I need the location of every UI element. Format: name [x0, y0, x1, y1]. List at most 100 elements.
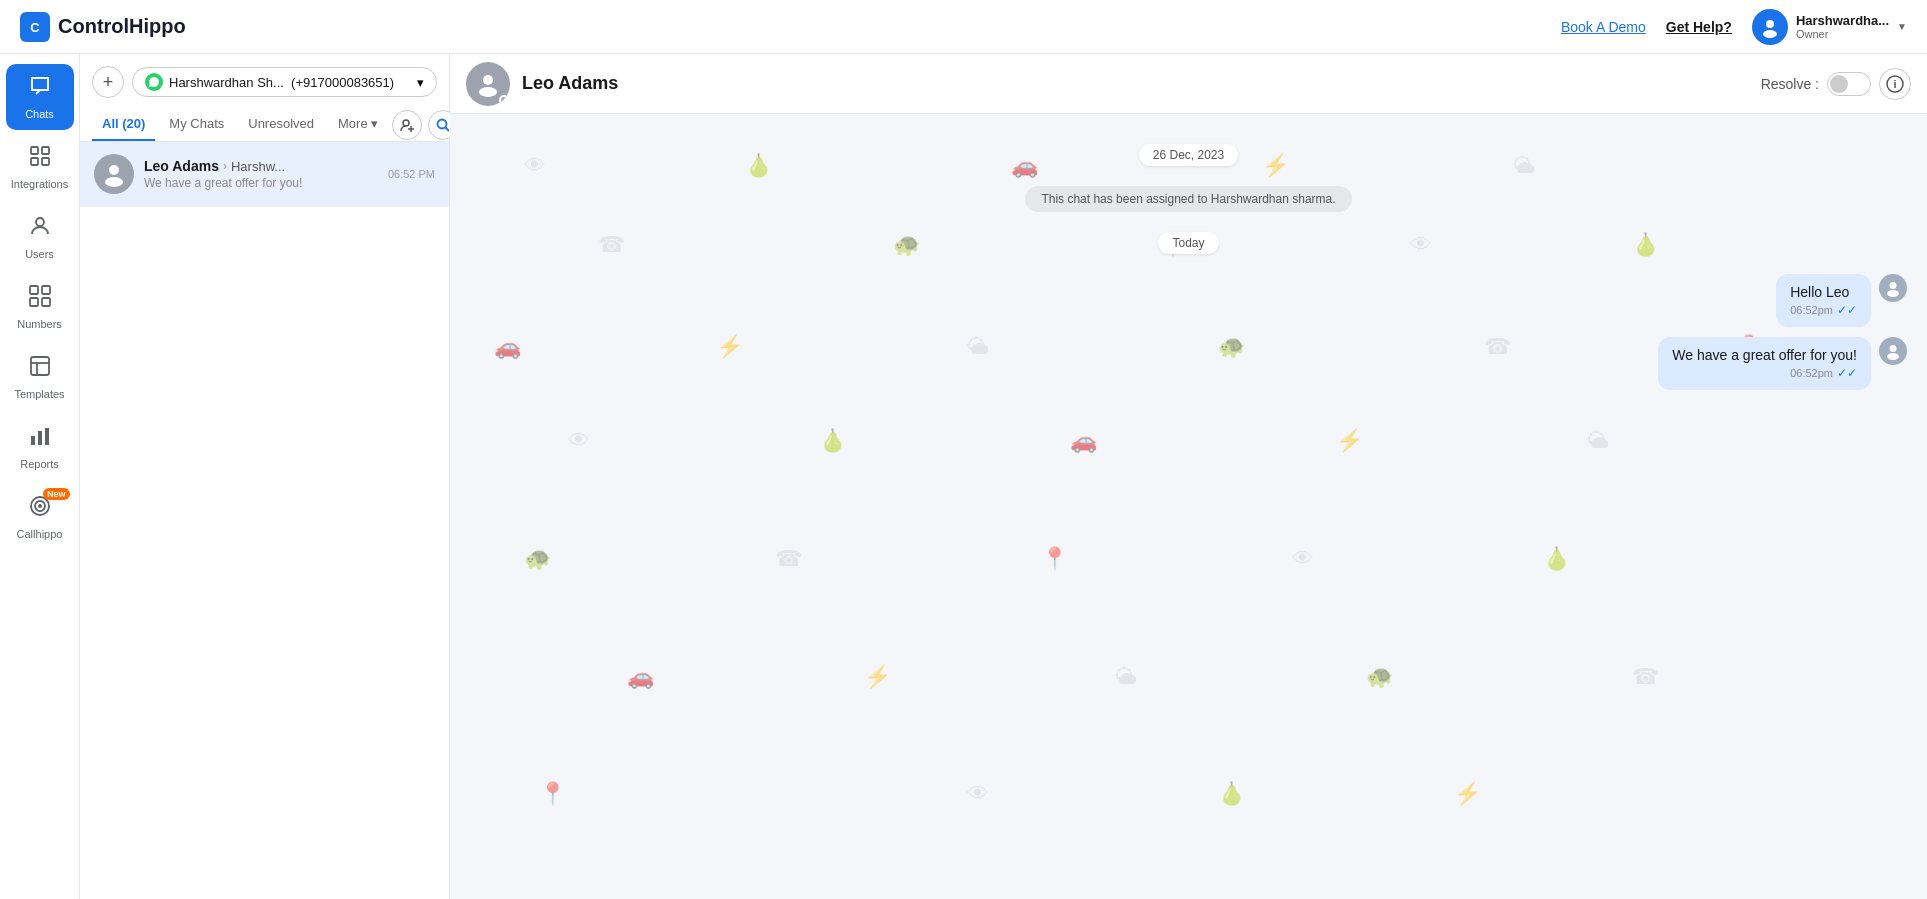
- header-right: Book A Demo Get Help? Harshwardha... Own…: [1561, 9, 1907, 45]
- chat-list-item[interactable]: Leo Adams › Harshw... We have a great of…: [80, 142, 449, 207]
- number-selector[interactable]: Harshwardhan Sh... (+917000083651) ▾: [132, 67, 437, 97]
- bg-icon: 🍐: [1543, 546, 1570, 572]
- svg-point-28: [105, 177, 123, 187]
- number-selector-chevron: ▾: [417, 75, 424, 90]
- chat-list-panel: + Harshwardhan Sh... (+917000083651) ▾ A…: [80, 54, 450, 899]
- user-profile-menu[interactable]: Harshwardha... Owner ▼: [1752, 9, 1907, 45]
- svg-rect-4: [31, 147, 38, 154]
- sidebar-item-integrations[interactable]: Integrations: [6, 134, 74, 200]
- whatsapp-icon: [145, 73, 163, 91]
- chat-arrow-icon: ›: [223, 159, 227, 173]
- left-nav: Chats Integrations Users: [0, 54, 80, 899]
- bg-icon: ☎: [775, 546, 802, 572]
- main-layout: Chats Integrations Users: [0, 54, 1927, 899]
- message-bubble: Hello Leo 06:52pm ✓✓: [1776, 274, 1871, 327]
- sidebar-item-reports[interactable]: Reports: [6, 414, 74, 480]
- svg-rect-11: [30, 298, 38, 306]
- chat-window-header: Leo Adams Resolve : i: [450, 54, 1927, 114]
- sender-avatar: [1879, 274, 1907, 302]
- system-bubble: This chat has been assigned to Harshward…: [1025, 186, 1351, 212]
- resolve-toggle[interactable]: [1827, 72, 1871, 96]
- outgoing-message-row: Hello Leo 06:52pm ✓✓: [470, 274, 1907, 327]
- get-help-link[interactable]: Get Help?: [1666, 19, 1732, 35]
- chats-icon: [28, 74, 52, 104]
- templates-label: Templates: [14, 388, 64, 400]
- add-chat-button[interactable]: +: [92, 66, 124, 98]
- user-info: Harshwardha... Owner: [1796, 13, 1889, 40]
- chat-window: Leo Adams Resolve : i 👁 🍐: [450, 54, 1927, 899]
- user-avatar: [1752, 9, 1788, 45]
- chat-contact-name: Leo Adams: [144, 158, 219, 174]
- sidebar-item-templates[interactable]: Templates: [6, 344, 74, 410]
- top-header: C ControlHippo Book A Demo Get Help? Har…: [0, 0, 1927, 54]
- svg-line-26: [446, 127, 450, 131]
- svg-text:i: i: [1893, 78, 1896, 90]
- bg-icon: 👁: [568, 428, 590, 454]
- svg-rect-17: [38, 431, 42, 445]
- tab-all[interactable]: All (20): [92, 108, 155, 141]
- date-divider: 26 Dec, 2023: [470, 144, 1907, 166]
- message-text-2: We have a great offer for you!: [1672, 347, 1857, 363]
- bg-icon: 🚗: [1070, 428, 1097, 454]
- svg-rect-7: [42, 158, 49, 165]
- svg-point-21: [38, 504, 42, 508]
- outgoing-message-row-2: We have a great offer for you! 06:52pm ✓…: [470, 337, 1907, 390]
- users-icon: [28, 214, 52, 244]
- svg-point-2: [1766, 20, 1774, 28]
- bg-icon: ⚡: [1454, 781, 1481, 807]
- bg-icon: 🐢: [524, 546, 551, 572]
- svg-point-8: [36, 218, 44, 226]
- message-bubble-2: We have a great offer for you! 06:52pm ✓…: [1658, 337, 1871, 390]
- contact-name: Leo Adams: [522, 73, 1749, 94]
- tab-more[interactable]: More ▾: [328, 108, 388, 141]
- resolve-area: Resolve : i: [1761, 68, 1911, 100]
- today-divider: Today: [470, 232, 1907, 254]
- date-badge: 26 Dec, 2023: [1139, 144, 1238, 166]
- add-member-button[interactable]: [392, 110, 422, 140]
- reports-icon: [28, 424, 52, 454]
- svg-rect-9: [30, 286, 38, 294]
- numbers-label: Numbers: [17, 318, 62, 330]
- message-time: 06:52pm: [1790, 304, 1833, 316]
- avatar-placeholder: [94, 154, 134, 194]
- chat-list-top: + Harshwardhan Sh... (+917000083651) ▾: [92, 66, 437, 98]
- svg-point-36: [1887, 353, 1899, 360]
- contact-status-dot: [499, 95, 509, 105]
- svg-point-35: [1890, 345, 1897, 352]
- chat-messages[interactable]: 👁 🍐 🚗 ⚡ 🌥 ☎ 🐢 📍 👁 🍐 🚗 ⚡ 🌥 🐢 ☎ 📍 👁 🍐 🚗: [450, 114, 1927, 899]
- bg-icon: 📍: [1041, 546, 1068, 572]
- svg-rect-5: [42, 147, 49, 154]
- svg-point-27: [109, 165, 119, 175]
- tab-actions: [392, 110, 458, 140]
- message-text: Hello Leo: [1790, 284, 1857, 300]
- chat-name-row: Leo Adams › Harshw...: [144, 158, 378, 174]
- tab-unresolved[interactable]: Unresolved: [238, 108, 324, 141]
- svg-point-3: [1763, 30, 1777, 38]
- svg-point-30: [479, 87, 497, 97]
- app-logo-icon: C: [20, 12, 50, 42]
- toggle-knob: [1830, 75, 1848, 93]
- bg-icon: 🍐: [1218, 781, 1245, 807]
- book-demo-link[interactable]: Book A Demo: [1561, 19, 1646, 35]
- svg-point-34: [1887, 290, 1899, 297]
- info-button[interactable]: i: [1879, 68, 1911, 100]
- chat-info: Leo Adams › Harshw... We have a great of…: [144, 158, 378, 190]
- svg-text:C: C: [30, 20, 40, 35]
- logo-area: C ControlHippo: [20, 12, 186, 42]
- svg-point-33: [1890, 282, 1897, 289]
- sidebar-item-chats[interactable]: Chats: [6, 64, 74, 130]
- integrations-icon: [28, 144, 52, 174]
- svg-rect-10: [42, 286, 50, 294]
- bg-icon: ☎: [1632, 664, 1659, 690]
- templates-icon: [28, 354, 52, 384]
- messages-content: 26 Dec, 2023 This chat has been assigned…: [470, 134, 1907, 390]
- sidebar-item-users[interactable]: Users: [6, 204, 74, 270]
- sender-avatar-2: [1879, 337, 1907, 365]
- sidebar-item-numbers[interactable]: Numbers: [6, 274, 74, 340]
- chat-assigned-to: Harshw...: [231, 159, 285, 174]
- tab-my-chats[interactable]: My Chats: [159, 108, 234, 141]
- chat-time: 06:52 PM: [388, 168, 435, 180]
- sidebar-item-callhippo[interactable]: New Callhippo: [6, 484, 74, 550]
- chevron-down-icon: ▼: [1897, 21, 1907, 32]
- bg-icon: 🌥: [1587, 428, 1609, 454]
